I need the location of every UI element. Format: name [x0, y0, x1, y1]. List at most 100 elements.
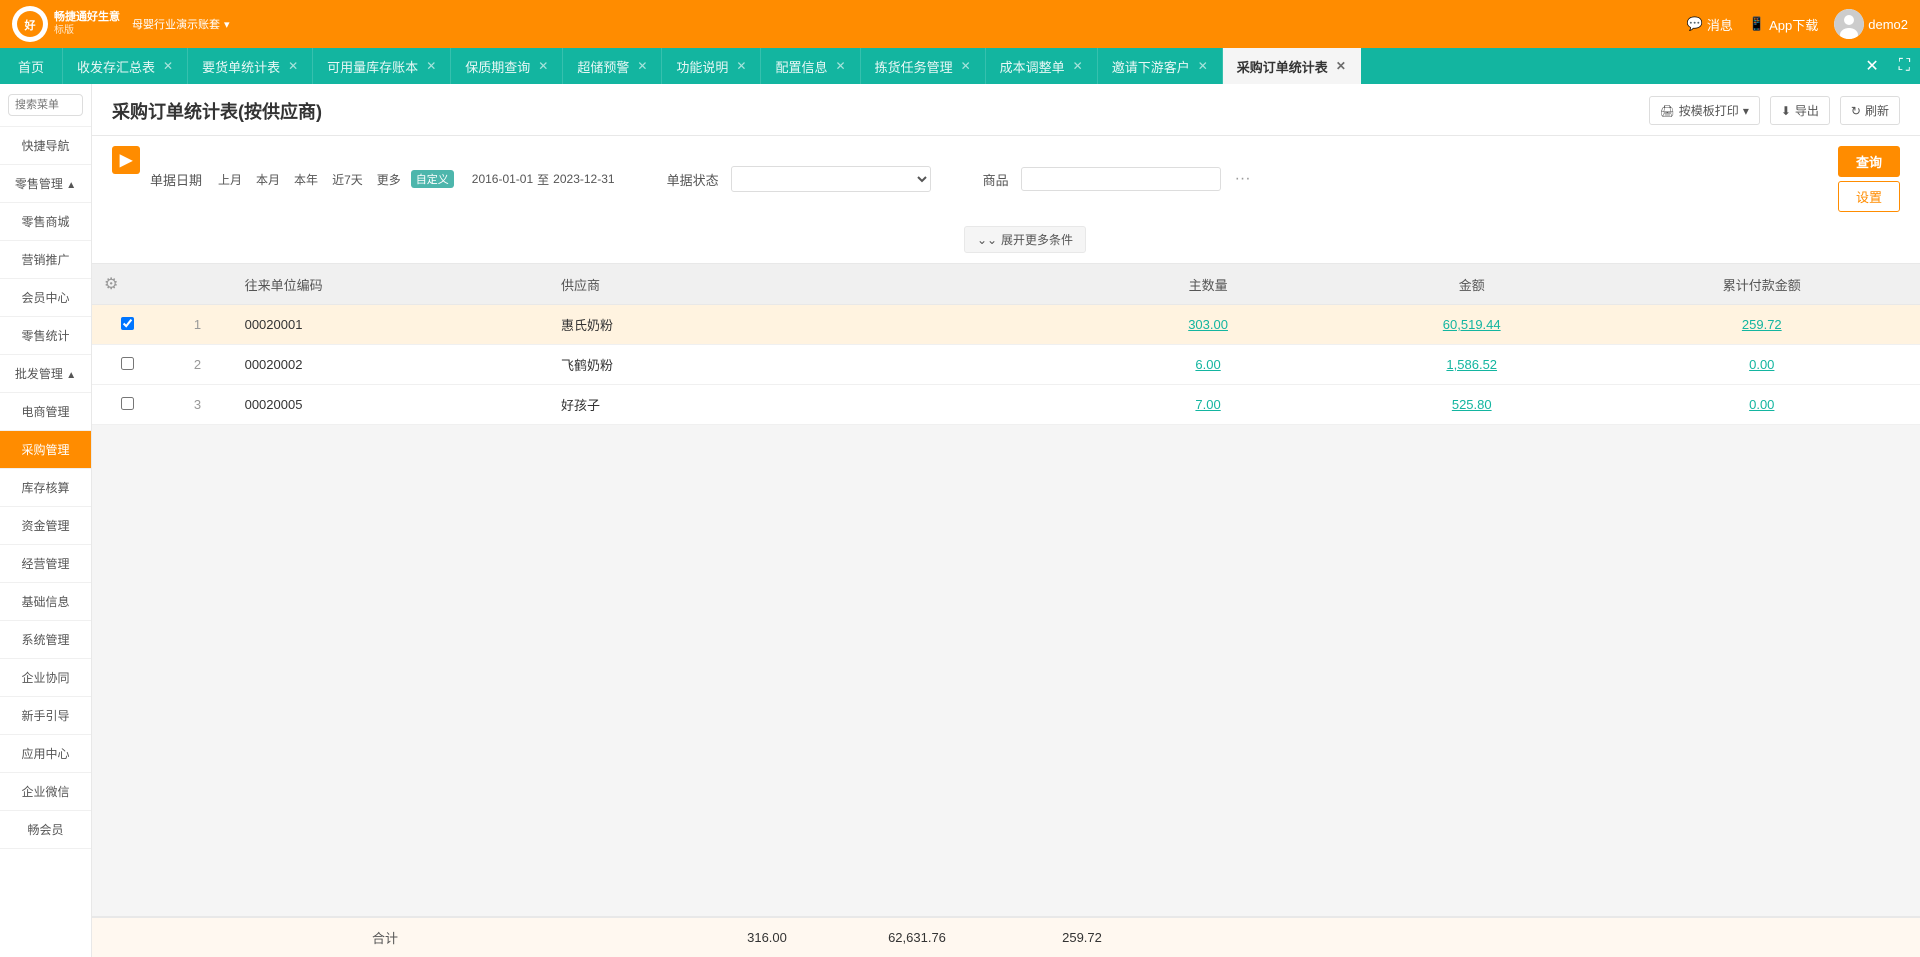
table-header-row: ⚙ 往来单位编码 供应商 主数量 金额 累计付款金额	[92, 264, 1920, 305]
table-row[interactable]: 2 00020002 飞鹤奶粉 6.00 1,586.52 0.00	[92, 345, 1920, 385]
message-btn[interactable]: 💬 消息	[1687, 15, 1733, 34]
avatar	[1834, 9, 1864, 39]
sidebar-item-enterprise-collab[interactable]: 企业协同	[0, 659, 91, 697]
sidebar-item-business-mgmt[interactable]: 经营管理	[0, 545, 91, 583]
sidebar-item-ecommerce-mgmt[interactable]: 电商管理	[0, 393, 91, 431]
row-amount[interactable]: 60,519.44	[1340, 305, 1604, 345]
refresh-btn[interactable]: ↻ 刷新	[1840, 96, 1900, 125]
search-input[interactable]	[8, 94, 83, 116]
sidebar-item-purchase-mgmt[interactable]: 采购管理	[0, 431, 91, 469]
date-btn-this-month[interactable]: 本月	[252, 169, 284, 190]
row-supplier: 好孩子	[549, 385, 1076, 425]
date-btn-7days[interactable]: 近7天	[328, 169, 367, 190]
template-print-btn[interactable]: 🖨 按模板打印 ▾	[1649, 96, 1760, 125]
sidebar-item-retail-mgmt[interactable]: 零售管理 ▲	[0, 165, 91, 203]
close-icon[interactable]: ✕	[1336, 59, 1346, 73]
row-amount[interactable]: 525.80	[1340, 385, 1604, 425]
table-footer: 合计 316.00 62,631.76 259.72	[92, 916, 1920, 957]
close-icon[interactable]: ✕	[836, 59, 846, 73]
maximize-btn[interactable]: ⛶	[1889, 57, 1920, 75]
col-supplier: 供应商	[549, 264, 1076, 305]
tab-order-summary[interactable]: 要货单统计表 ✕	[188, 48, 313, 84]
filter-toggle-btn[interactable]: ▶	[112, 146, 140, 174]
row-paid-amount[interactable]: 0.00	[1604, 385, 1920, 425]
sidebar-item-retail-stats[interactable]: 零售统计	[0, 317, 91, 355]
expand-more-btn[interactable]: ⌄⌄ 展开更多条件	[964, 226, 1086, 253]
row-paid-amount[interactable]: 0.00	[1604, 345, 1920, 385]
tab-config-info[interactable]: 配置信息 ✕	[761, 48, 860, 84]
tab-receive-summary[interactable]: 收发存汇总表 ✕	[63, 48, 188, 84]
tab-purchase-summary[interactable]: 采购订单统计表 ✕	[1223, 48, 1361, 84]
sidebar-search-area	[0, 84, 91, 127]
sidebar-item-app-center[interactable]: 应用中心	[0, 735, 91, 773]
logo-text: 畅捷通好生意 标版	[54, 11, 120, 36]
sidebar-item-finance-mgmt[interactable]: 资金管理	[0, 507, 91, 545]
settings-btn[interactable]: 设置	[1838, 181, 1900, 212]
close-icon[interactable]: ✕	[288, 59, 298, 73]
row-checkbox[interactable]	[92, 385, 162, 425]
tab-cost-adjust[interactable]: 成本调整单 ✕	[986, 48, 1098, 84]
sidebar-item-retail-shop[interactable]: 零售商城	[0, 203, 91, 241]
date-btn-last-month[interactable]: 上月	[214, 169, 246, 190]
sidebar-item-member-center[interactable]: 会员中心	[0, 279, 91, 317]
sidebar-item-marketing[interactable]: 营销推广	[0, 241, 91, 279]
row-paid-amount[interactable]: 259.72	[1604, 305, 1920, 345]
col-unit-code: 往来单位编码	[233, 264, 549, 305]
close-icon[interactable]: ✕	[637, 59, 647, 73]
app-download-btn[interactable]: 📱 App下载	[1749, 15, 1818, 34]
sidebar-item-vip-member[interactable]: 畅会员	[0, 811, 91, 849]
close-icon[interactable]: ✕	[163, 59, 173, 73]
table-row[interactable]: 3 00020005 好孩子 7.00 525.80 0.00	[92, 385, 1920, 425]
row-main-qty[interactable]: 7.00	[1076, 385, 1340, 425]
col-main-qty: 主数量	[1076, 264, 1340, 305]
table-row[interactable]: 1 00020001 惠氏奶粉 303.00 60,519.44 259.72	[92, 305, 1920, 345]
row-main-qty[interactable]: 303.00	[1076, 305, 1340, 345]
goods-input[interactable]	[1021, 167, 1221, 191]
date-start[interactable]: 2016-01-01	[472, 172, 533, 186]
close-window-btn[interactable]: ✕	[1855, 56, 1888, 76]
logo-area: 好 畅捷通好生意 标版	[12, 6, 120, 42]
tab-overstock-warning[interactable]: 超储预警 ✕	[563, 48, 662, 84]
user-avatar[interactable]: demo2	[1834, 9, 1908, 39]
filter-row-1: 单据日期 上月 本月 本年 近7天 更多 自定义 2016-01-01 至	[150, 146, 1900, 212]
row-unit-code: 00020002	[233, 345, 549, 385]
export-btn[interactable]: ⬇ 导出	[1770, 96, 1830, 125]
sidebar-item-quick-nav[interactable]: 快捷导航	[0, 127, 91, 165]
row-supplier: 飞鹤奶粉	[549, 345, 1076, 385]
close-icon[interactable]: ✕	[1073, 59, 1083, 73]
tab-function-desc[interactable]: 功能说明 ✕	[662, 48, 761, 84]
close-icon[interactable]: ✕	[736, 59, 746, 73]
date-end[interactable]: 2023-12-31	[553, 172, 614, 186]
sidebar-item-new-user-guide[interactable]: 新手引导	[0, 697, 91, 735]
close-icon[interactable]: ✕	[961, 59, 971, 73]
workspace-selector[interactable]: 母婴行业演示账套 ▾	[132, 16, 1675, 32]
tab-inventory-ledger[interactable]: 可用量库存账本 ✕	[313, 48, 451, 84]
row-checkbox[interactable]	[92, 345, 162, 385]
date-shortcuts: 上月 本月 本年 近7天 更多 自定义	[214, 169, 454, 190]
tab-invite-downstream[interactable]: 邀请下游客户 ✕	[1098, 48, 1223, 84]
row-main-qty[interactable]: 6.00	[1076, 345, 1340, 385]
date-btn-more[interactable]: 更多	[373, 169, 405, 190]
sidebar-item-system-mgmt[interactable]: 系统管理	[0, 621, 91, 659]
row-checkbox[interactable]	[92, 305, 162, 345]
sidebar-item-enterprise-wechat[interactable]: 企业微信	[0, 773, 91, 811]
dots-icon[interactable]: ···	[1235, 170, 1251, 188]
status-label: 单据状态	[667, 170, 719, 189]
sidebar-item-inventory-check[interactable]: 库存核算	[0, 469, 91, 507]
date-btn-this-year[interactable]: 本年	[290, 169, 322, 190]
row-amount[interactable]: 1,586.52	[1340, 345, 1604, 385]
close-icon[interactable]: ✕	[1198, 59, 1208, 73]
sidebar-item-basic-info[interactable]: 基础信息	[0, 583, 91, 621]
tab-home[interactable]: 首页	[0, 48, 63, 84]
table-settings-icon[interactable]: ⚙	[104, 276, 118, 293]
tab-expiry-query[interactable]: 保质期查询 ✕	[451, 48, 563, 84]
close-icon[interactable]: ✕	[538, 59, 548, 73]
query-btn[interactable]: 查询	[1838, 146, 1900, 177]
sidebar-item-wholesale-mgmt[interactable]: 批发管理 ▲	[0, 355, 91, 393]
close-icon[interactable]: ✕	[426, 59, 436, 73]
page-title: 采购订单统计表(按供应商)	[112, 98, 322, 134]
data-table: ⚙ 往来单位编码 供应商 主数量 金额 累计付款金额 1 00020001	[92, 264, 1920, 425]
tab-pick-task[interactable]: 拣货任务管理 ✕	[861, 48, 986, 84]
filter-area: ▶ 单据日期 上月 本月 本年 近7天 更多 自定义 2016	[92, 136, 1920, 264]
status-select[interactable]	[731, 166, 931, 192]
